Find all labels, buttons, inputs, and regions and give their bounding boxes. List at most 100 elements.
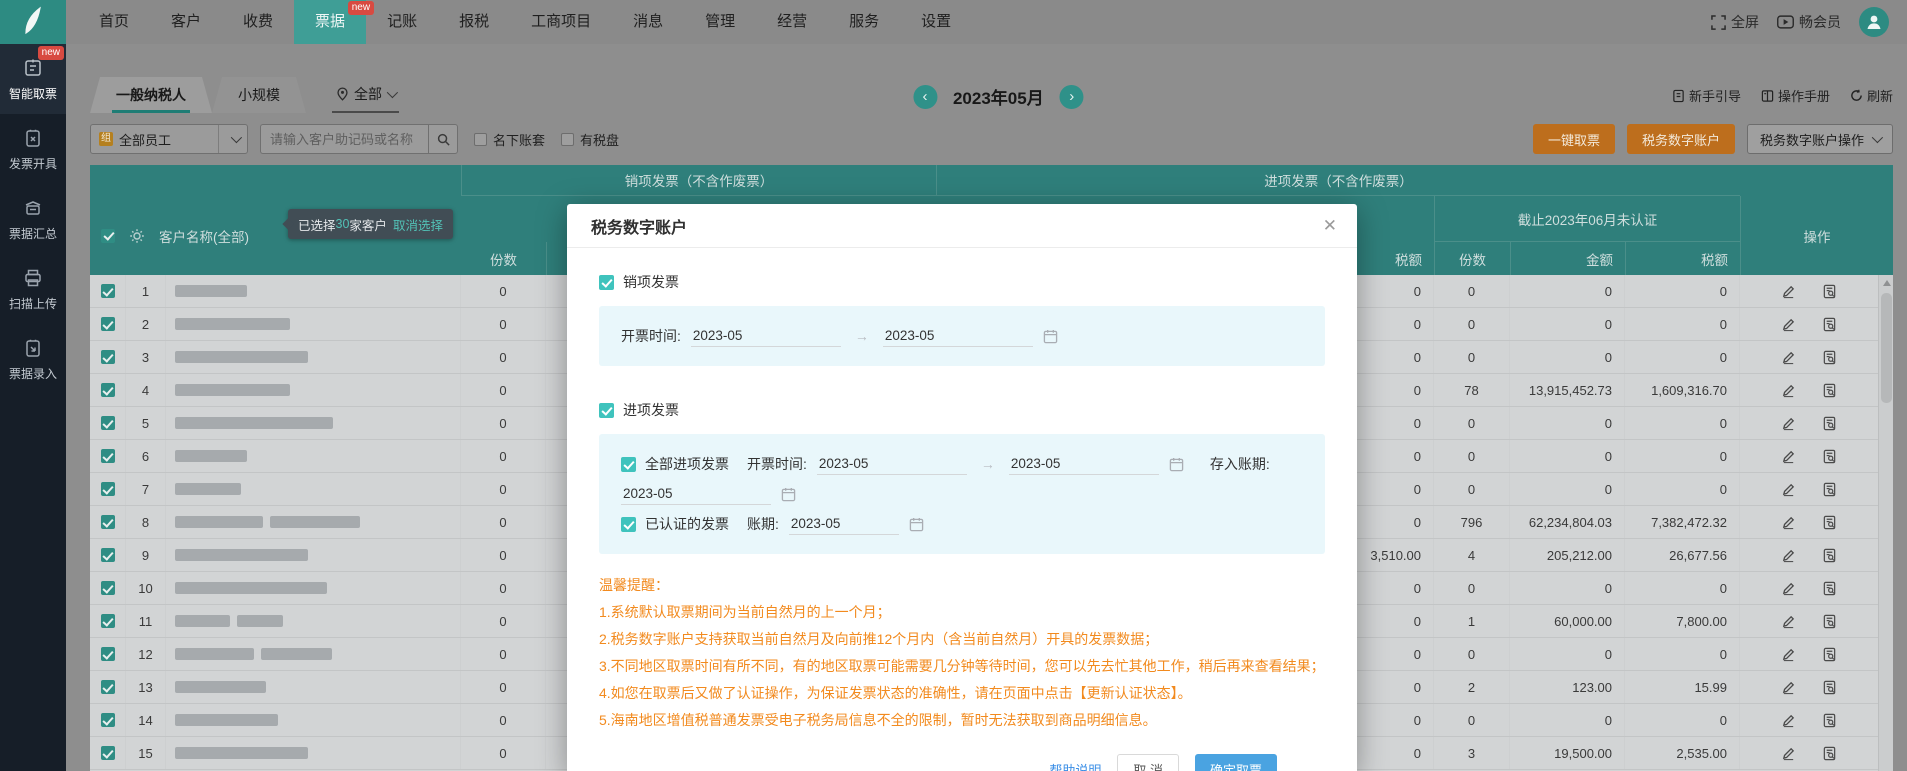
view-document-icon[interactable] bbox=[1822, 713, 1837, 728]
view-document-icon[interactable] bbox=[1822, 581, 1837, 596]
previous-month-button[interactable]: ‹ bbox=[912, 84, 937, 109]
nav-item-business-projects[interactable]: 工商项目 bbox=[510, 0, 612, 44]
edit-icon[interactable] bbox=[1781, 581, 1796, 596]
fullscreen-button[interactable]: 全屏 bbox=[1711, 12, 1759, 32]
edit-icon[interactable] bbox=[1781, 746, 1796, 761]
view-document-icon[interactable] bbox=[1822, 284, 1837, 299]
own-accounts-checkbox[interactable]: 名下账套 bbox=[474, 130, 545, 149]
customer-name-cell[interactable] bbox=[166, 572, 461, 604]
cancel-button[interactable]: 取 消 bbox=[1117, 754, 1179, 771]
view-document-icon[interactable] bbox=[1822, 680, 1837, 695]
newbie-guide-link[interactable]: 新手引导 bbox=[1672, 86, 1741, 105]
refresh-link[interactable]: 刷新 bbox=[1850, 86, 1893, 105]
row-checkbox[interactable] bbox=[100, 746, 115, 760]
nav-item-bookkeeping[interactable]: 记账 bbox=[366, 0, 438, 44]
view-document-icon[interactable] bbox=[1822, 614, 1837, 629]
tax-digital-account-button[interactable]: 税务数字账户 bbox=[1626, 124, 1735, 154]
tax-digital-account-ops-dropdown[interactable]: 税务数字账户操作 bbox=[1746, 124, 1893, 154]
view-document-icon[interactable] bbox=[1822, 515, 1837, 530]
deposit-period-input[interactable] bbox=[621, 483, 771, 505]
customer-name-cell[interactable] bbox=[166, 473, 461, 505]
view-document-icon[interactable] bbox=[1822, 647, 1837, 662]
close-icon[interactable]: ✕ bbox=[1323, 217, 1337, 234]
sidebar-item-scan-upload[interactable]: 扫描上传 bbox=[0, 254, 66, 324]
next-month-button[interactable]: › bbox=[1059, 84, 1084, 109]
edit-icon[interactable] bbox=[1781, 350, 1796, 365]
nav-item-fees[interactable]: 收费 bbox=[222, 0, 294, 44]
sales-invoice-checkbox[interactable] bbox=[599, 274, 614, 290]
row-checkbox[interactable] bbox=[100, 548, 115, 562]
app-logo[interactable] bbox=[0, 0, 66, 44]
gear-icon[interactable] bbox=[129, 228, 145, 244]
edit-icon[interactable] bbox=[1781, 614, 1796, 629]
purchase-date-from-input[interactable] bbox=[816, 453, 967, 475]
customer-name-cell[interactable] bbox=[166, 539, 461, 571]
view-document-icon[interactable] bbox=[1822, 350, 1837, 365]
sidebar-item-invoice-summary[interactable]: 票据汇总 bbox=[0, 184, 66, 254]
edit-icon[interactable] bbox=[1781, 416, 1796, 431]
view-document-icon[interactable] bbox=[1822, 482, 1837, 497]
edit-icon[interactable] bbox=[1781, 482, 1796, 497]
purchase-date-to-input[interactable] bbox=[1008, 453, 1159, 475]
view-document-icon[interactable] bbox=[1822, 383, 1837, 398]
edit-icon[interactable] bbox=[1781, 449, 1796, 464]
nav-item-invoices[interactable]: 票据 new bbox=[294, 0, 375, 44]
customer-name-cell[interactable] bbox=[166, 374, 461, 406]
row-checkbox[interactable] bbox=[100, 383, 115, 397]
region-selector[interactable]: 全部 bbox=[332, 77, 399, 113]
view-document-icon[interactable] bbox=[1822, 317, 1837, 332]
row-checkbox[interactable] bbox=[100, 284, 115, 298]
confirm-fetch-button[interactable]: 确定取票 bbox=[1194, 754, 1277, 771]
one-key-fetch-button[interactable]: 一键取票 bbox=[1532, 124, 1615, 154]
view-document-icon[interactable] bbox=[1822, 449, 1837, 464]
nav-item-messages[interactable]: 消息 bbox=[612, 0, 684, 44]
customer-name-cell[interactable] bbox=[166, 704, 461, 736]
scroll-up-icon[interactable] bbox=[1882, 280, 1891, 286]
edit-icon[interactable] bbox=[1781, 680, 1796, 695]
customer-name-cell[interactable] bbox=[166, 506, 461, 538]
customer-name-cell[interactable] bbox=[166, 407, 461, 439]
select-all-checkbox[interactable] bbox=[101, 228, 115, 243]
purchase-invoice-checkbox[interactable] bbox=[599, 402, 614, 418]
calendar-icon[interactable] bbox=[781, 487, 796, 502]
edit-icon[interactable] bbox=[1781, 548, 1796, 563]
help-link[interactable]: 帮助说明 bbox=[1049, 760, 1101, 771]
view-document-icon[interactable] bbox=[1822, 416, 1837, 431]
user-avatar[interactable] bbox=[1859, 7, 1889, 37]
customer-name-cell[interactable] bbox=[166, 605, 461, 637]
edit-icon[interactable] bbox=[1781, 647, 1796, 662]
edit-icon[interactable] bbox=[1781, 317, 1796, 332]
row-checkbox[interactable] bbox=[100, 515, 115, 529]
nav-item-operations[interactable]: 经营 bbox=[756, 0, 828, 44]
table-scrollbar[interactable] bbox=[1878, 275, 1893, 771]
edit-icon[interactable] bbox=[1781, 383, 1796, 398]
row-checkbox[interactable] bbox=[100, 482, 115, 496]
operation-manual-link[interactable]: 操作手册 bbox=[1761, 86, 1830, 105]
edit-icon[interactable] bbox=[1781, 713, 1796, 728]
customer-name-cell[interactable] bbox=[166, 737, 461, 769]
sidebar-item-invoice-issue[interactable]: 发票开具 bbox=[0, 114, 66, 184]
sidebar-item-smart-fetch[interactable]: new 智能取票 bbox=[0, 44, 66, 114]
customer-search-input[interactable] bbox=[260, 124, 428, 154]
customer-name-cell[interactable] bbox=[166, 671, 461, 703]
cancel-selection-link[interactable]: 取消选择 bbox=[393, 215, 443, 234]
row-checkbox[interactable] bbox=[100, 581, 115, 595]
sales-date-to-input[interactable] bbox=[882, 325, 1033, 347]
member-button[interactable]: 畅会员 bbox=[1777, 12, 1841, 32]
customer-name-cell[interactable] bbox=[166, 638, 461, 670]
row-checkbox[interactable] bbox=[100, 416, 115, 430]
row-checkbox[interactable] bbox=[100, 647, 115, 661]
tab-small-scale[interactable]: 小规模 bbox=[212, 77, 306, 113]
all-purchase-invoices-checkbox[interactable] bbox=[621, 456, 636, 472]
calendar-icon[interactable] bbox=[1169, 457, 1184, 472]
edit-icon[interactable] bbox=[1781, 284, 1796, 299]
nav-item-services[interactable]: 服务 bbox=[828, 0, 900, 44]
nav-item-customers[interactable]: 客户 bbox=[150, 0, 222, 44]
tab-general-taxpayer[interactable]: 一般纳税人 bbox=[90, 77, 212, 113]
certified-period-input[interactable] bbox=[788, 513, 899, 535]
nav-item-home[interactable]: 首页 bbox=[78, 0, 150, 44]
search-button[interactable] bbox=[428, 124, 458, 154]
nav-item-settings[interactable]: 设置 bbox=[900, 0, 972, 44]
customer-name-cell[interactable] bbox=[166, 341, 461, 373]
nav-item-tax-filing[interactable]: 报税 bbox=[438, 0, 510, 44]
